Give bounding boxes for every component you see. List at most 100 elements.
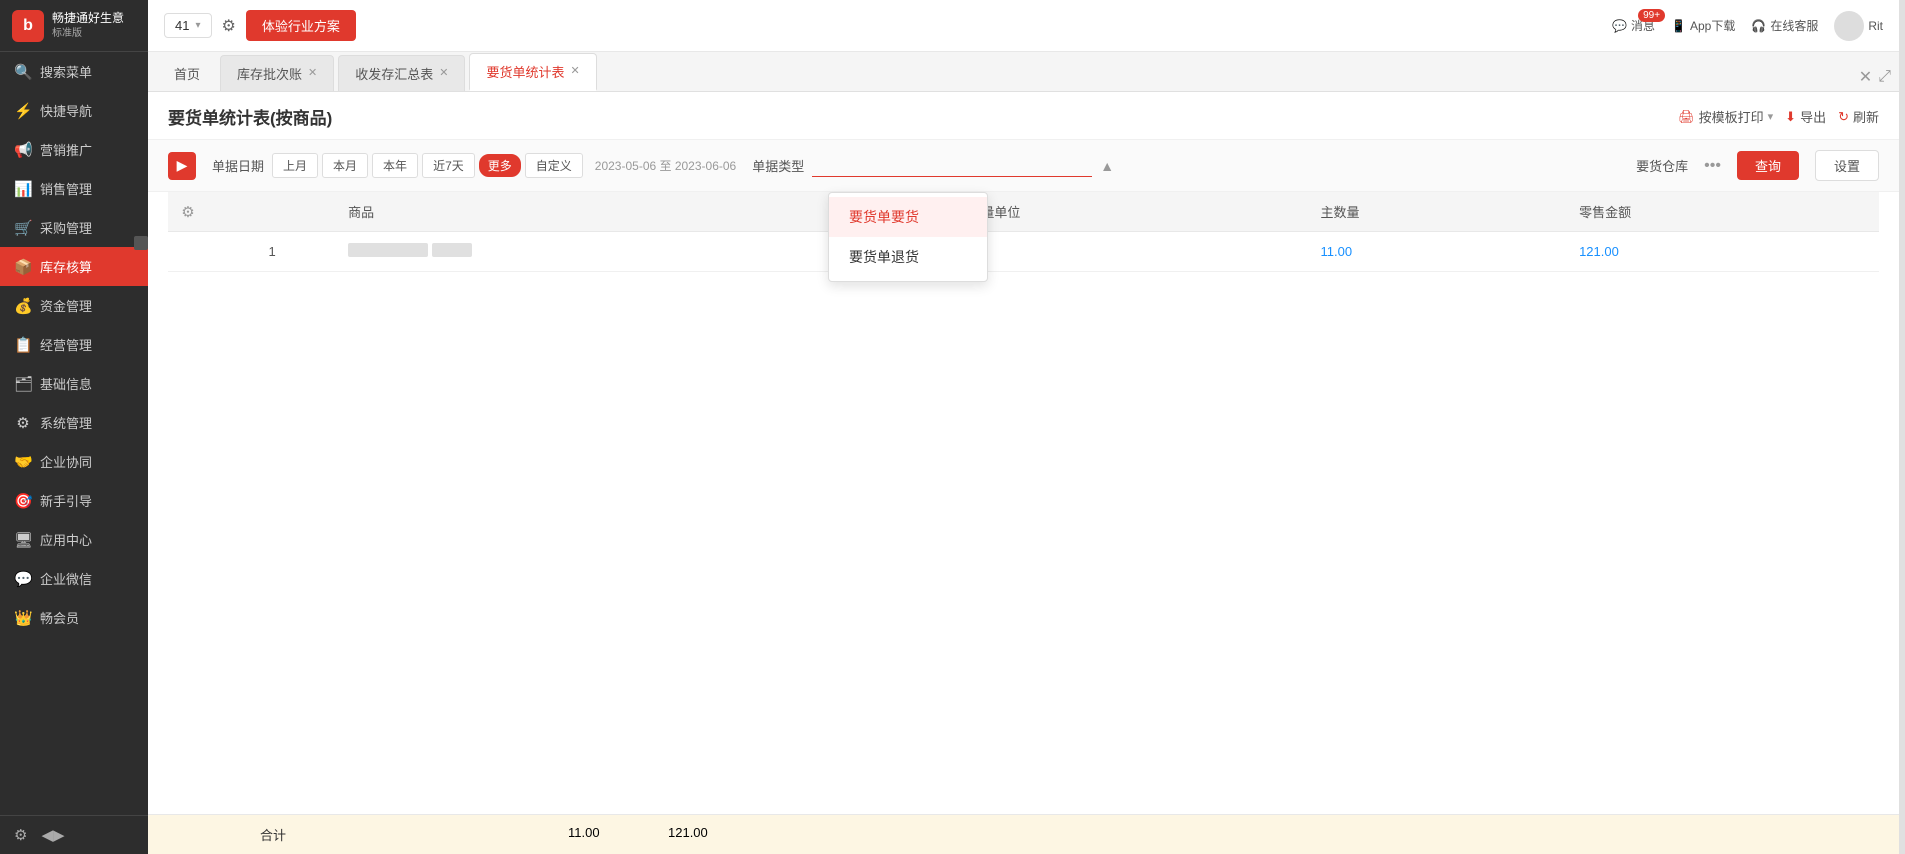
quantity-link-0[interactable]: 11.00 bbox=[1321, 244, 1353, 259]
this-month-btn[interactable]: 本月 bbox=[322, 153, 368, 178]
sidebar-item-marketing[interactable]: 📢营销推广 bbox=[0, 130, 148, 169]
refresh-icon: ↻ bbox=[1838, 109, 1849, 125]
dropdown-item-requisition_order[interactable]: 要货单要货 bbox=[829, 197, 987, 237]
table-row: 1 块 11.00 121.00 bbox=[168, 232, 1879, 272]
app-logo: b 畅捷通好生意 标准版 bbox=[0, 0, 148, 52]
message-icon: 💬 bbox=[1612, 19, 1627, 33]
topbar-gear-icon[interactable]: ⚙ bbox=[222, 16, 236, 36]
resize-handle[interactable] bbox=[1899, 0, 1905, 854]
tab-label-home: 首页 bbox=[174, 64, 200, 83]
sidebar-label-purchase: 采购管理 bbox=[40, 218, 92, 237]
sidebar-item-coop[interactable]: 🤝企业协同 bbox=[0, 442, 148, 481]
cell-amount-0: 121.00 bbox=[1567, 232, 1879, 272]
collapse-icon[interactable]: ◀▶ bbox=[41, 826, 64, 844]
date-buttons: 上月 本月 本年 近7天 更多 自定义 bbox=[272, 153, 583, 178]
sidebar-item-guide[interactable]: 🎯 新手引导 bbox=[0, 481, 148, 520]
sidebar-item-inventory[interactable]: 📦库存核算 bbox=[0, 247, 148, 286]
search-icon: 🔍 bbox=[14, 63, 32, 81]
user-avatar-btn[interactable]: Rit bbox=[1834, 11, 1883, 41]
type-dropdown-arrow[interactable]: ▲ bbox=[1100, 158, 1114, 174]
export-btn[interactable]: ⬇ 导出 bbox=[1785, 107, 1826, 126]
sidebar-item-operation[interactable]: 📋经营管理 bbox=[0, 325, 148, 364]
more-filters-icon[interactable]: ••• bbox=[1704, 157, 1721, 175]
inventory-icon: 📦 bbox=[14, 258, 32, 276]
col-index bbox=[208, 192, 336, 232]
footer-quantity: 11.00 bbox=[568, 825, 668, 844]
expand-tabs-btn[interactable]: ⤢ bbox=[1878, 68, 1891, 86]
col-settings-icon[interactable]: ⚙ bbox=[181, 204, 194, 221]
sidebar-label-shortcut: 快捷导航 bbox=[40, 101, 92, 120]
sidebar-item-basic[interactable]: 🗂 基础信息 bbox=[0, 364, 148, 403]
close-all-tabs-btn[interactable]: ✕ bbox=[1859, 67, 1872, 87]
basic-icon: 🗂 bbox=[14, 375, 32, 393]
dropdown-item-requisition_return[interactable]: 要货单退货 bbox=[829, 237, 987, 277]
tab-close-requisition[interactable]: ✕ bbox=[571, 66, 580, 77]
sidebar-label-finance: 资金管理 bbox=[40, 296, 92, 315]
phone-icon: 📱 bbox=[1671, 19, 1686, 33]
type-dropdown-menu: 要货单要货要货单退货 bbox=[828, 192, 988, 282]
tab-close-collect[interactable]: ✕ bbox=[439, 68, 448, 79]
tab-label-collect: 收发存汇总表 bbox=[355, 64, 433, 83]
guide-icon: 🎯 bbox=[14, 492, 32, 510]
print-dropdown-icon: ▾ bbox=[1768, 110, 1774, 123]
tab-close-batch[interactable]: ✕ bbox=[308, 68, 317, 79]
table-header-row: ⚙ 商品 主计量单位 主数量 零售金额 bbox=[168, 192, 1879, 232]
chevron-down-icon: ▾ bbox=[195, 20, 200, 31]
search-btn[interactable]: 查询 bbox=[1737, 151, 1799, 180]
tab-requisition[interactable]: 要货单统计表✕ bbox=[469, 53, 596, 91]
refresh-btn[interactable]: ↻ 刷新 bbox=[1838, 107, 1879, 126]
last-7days-btn[interactable]: 近7天 bbox=[422, 153, 475, 178]
tab-collect[interactable]: 收发存汇总表 ✕ bbox=[338, 55, 465, 91]
more-btn[interactable]: 更多 bbox=[479, 154, 521, 177]
wechat-icon: 💬 bbox=[14, 570, 32, 588]
date-filter-group: 单据日期 上月 本月 本年 近7天 更多 自定义 2023-05-06 至 20… bbox=[212, 153, 736, 178]
sidebar-label-member: 畅会员 bbox=[40, 608, 79, 627]
sidebar-item-member[interactable]: 👑 畅会员 bbox=[0, 598, 148, 637]
amount-link-0[interactable]: 121.00 bbox=[1579, 244, 1619, 259]
sidebar-item-sales[interactable]: 📊销售管理 bbox=[0, 169, 148, 208]
messages-badge: 99+ bbox=[1638, 9, 1665, 22]
print-btn[interactable]: 🖨 按模板打印 ▾ bbox=[1678, 107, 1773, 126]
sidebar-label-basic: 基础信息 bbox=[40, 374, 92, 393]
sidebar-item-shortcut[interactable]: ⚡快捷导航 bbox=[0, 91, 148, 130]
table-container: ⚙ 商品 主计量单位 主数量 零售金额 1 块 11.00 121.00 bbox=[148, 192, 1899, 814]
member-icon: 👑 bbox=[14, 609, 32, 627]
last-month-btn[interactable]: 上月 bbox=[272, 153, 318, 178]
custom-date-btn[interactable]: 自定义 bbox=[525, 153, 583, 178]
type-input[interactable] bbox=[812, 155, 1092, 177]
col-quantity: 主数量 bbox=[1309, 192, 1568, 232]
col-amount: 零售金额 bbox=[1567, 192, 1879, 232]
company-selector[interactable]: 41 ▾ bbox=[164, 13, 212, 38]
tab-home[interactable]: 首页 bbox=[158, 56, 216, 91]
sidebar-bottom: ⚙ ◀▶ bbox=[0, 815, 148, 854]
sidebar-item-purchase[interactable]: 🛒采购管理 bbox=[0, 208, 148, 247]
sidebar-collapse-btn[interactable] bbox=[134, 236, 148, 250]
type-label: 单据类型 bbox=[752, 156, 804, 175]
footer-amount: 121.00 bbox=[668, 825, 768, 844]
sidebar-item-finance[interactable]: 💰 资金管理 bbox=[0, 286, 148, 325]
topbar-left: 41 ▾ ⚙ 体验行业方案 bbox=[164, 10, 1600, 41]
finance-icon: 💰 bbox=[14, 297, 32, 315]
company-value: 41 bbox=[175, 18, 189, 33]
settings-btn[interactable]: 设置 bbox=[1815, 150, 1879, 181]
page-header: 要货单统计表(按商品) 🖨 按模板打印 ▾ ⬇ 导出 ↻ 刷新 bbox=[148, 92, 1899, 140]
online-service-btn[interactable]: 🎧 在线客服 bbox=[1751, 17, 1818, 34]
export-icon: ⬇ bbox=[1785, 109, 1796, 125]
this-year-btn[interactable]: 本年 bbox=[372, 153, 418, 178]
sidebar-item-search[interactable]: 🔍搜索菜单 bbox=[0, 52, 148, 91]
data-table: ⚙ 商品 主计量单位 主数量 零售金额 1 块 11.00 121.00 bbox=[168, 192, 1879, 272]
tab-batch[interactable]: 库存批次账✕ bbox=[220, 55, 334, 91]
content-area: 要货单统计表(按商品) 🖨 按模板打印 ▾ ⬇ 导出 ↻ 刷新 ▶ bbox=[148, 92, 1899, 854]
sidebar-item-appcenter[interactable]: 🖥应用中心 bbox=[0, 520, 148, 559]
sidebar-label-system: 系统管理 bbox=[40, 413, 92, 432]
settings-icon[interactable]: ⚙ bbox=[14, 826, 27, 844]
filter-toggle-btn[interactable]: ▶ bbox=[168, 152, 196, 180]
sidebar-item-wechat[interactable]: 💬企业微信 bbox=[0, 559, 148, 598]
sidebar-item-system[interactable]: ⚙系统管理 bbox=[0, 403, 148, 442]
sidebar-label-guide: 新手引导 bbox=[40, 491, 92, 510]
headset-icon: 🎧 bbox=[1751, 19, 1766, 33]
messages-btn[interactable]: 💬 消息 99+ bbox=[1612, 17, 1655, 34]
industry-btn[interactable]: 体验行业方案 bbox=[246, 10, 356, 41]
app-download-btn[interactable]: 📱 App下载 bbox=[1671, 17, 1735, 34]
operation-icon: 📋 bbox=[14, 336, 32, 354]
